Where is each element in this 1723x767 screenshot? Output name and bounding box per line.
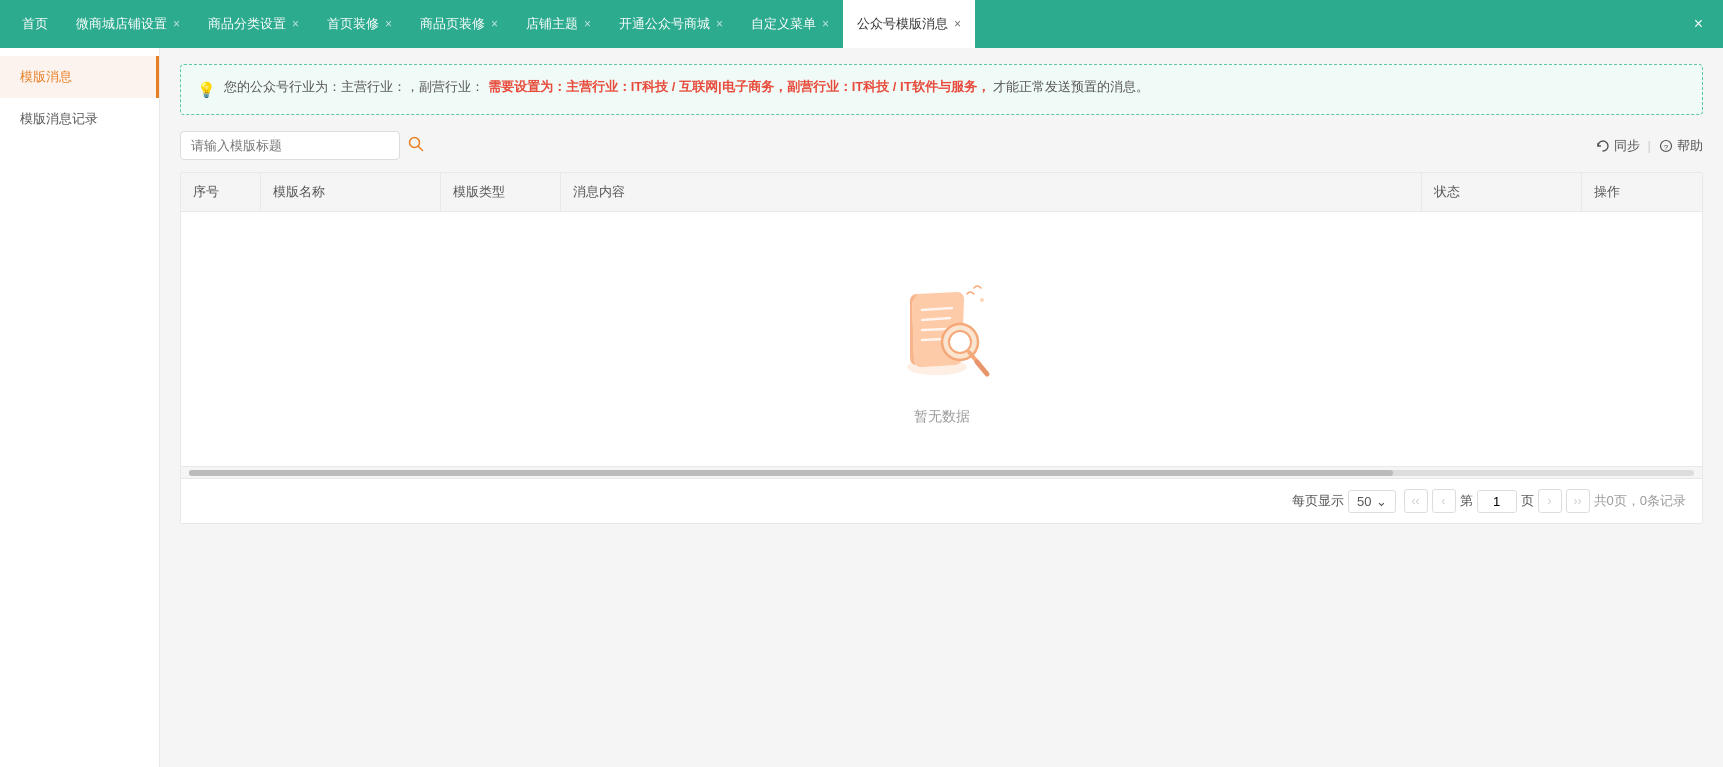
search-bar: 同步 | ? 帮助 — [180, 131, 1703, 160]
page-suffix: 页 — [1521, 492, 1534, 510]
sync-icon — [1596, 139, 1610, 153]
search-input[interactable] — [180, 131, 400, 160]
col-template-name: 模版名称 — [261, 173, 441, 211]
nav-label-category: 商品分类设置 — [208, 15, 286, 33]
sidebar-item-template-msg-record[interactable]: 模版消息记录 — [0, 98, 159, 140]
per-page-value: 50 — [1357, 494, 1371, 509]
close-icon[interactable]: × — [385, 17, 392, 31]
scroll-thumb[interactable] — [189, 470, 1393, 476]
total-info: 共0页，0条记录 — [1594, 492, 1686, 510]
close-icon[interactable]: × — [822, 17, 829, 31]
nav-item-home-decor[interactable]: 首页装修 × — [313, 0, 406, 48]
scroll-track[interactable] — [189, 470, 1694, 476]
close-icon[interactable]: × — [491, 17, 498, 31]
close-all-button[interactable]: × — [1682, 15, 1715, 33]
help-button[interactable]: ? 帮助 — [1659, 137, 1703, 155]
per-page-label: 每页显示 — [1292, 492, 1344, 510]
first-page-button[interactable]: ‹‹ — [1404, 489, 1428, 513]
empty-illustration — [882, 272, 1002, 392]
empty-state: 暂无数据 — [181, 212, 1702, 466]
empty-text: 暂无数据 — [914, 408, 970, 426]
nav-label-open-mall: 开通公众号商城 — [619, 15, 710, 33]
nav-label-home: 首页 — [22, 15, 48, 33]
help-icon: ? — [1659, 139, 1673, 153]
close-icon[interactable]: × — [716, 17, 723, 31]
svg-text:?: ? — [1664, 143, 1669, 152]
svg-line-12 — [977, 362, 987, 374]
nav-item-theme[interactable]: 店铺主题 × — [512, 0, 605, 48]
table-wrapper: 序号 模版名称 模版类型 消息内容 状态 操作 — [180, 172, 1703, 524]
col-status: 状态 — [1422, 173, 1582, 211]
search-icon — [408, 136, 424, 152]
nav-label-shop-settings: 微商城店铺设置 — [76, 15, 167, 33]
sidebar-label-template-msg-record: 模版消息记录 — [20, 111, 98, 126]
col-content: 消息内容 — [561, 173, 1422, 211]
nav-item-open-mall[interactable]: 开通公众号商城 × — [605, 0, 737, 48]
svg-line-8 — [922, 339, 944, 340]
search-button[interactable] — [408, 136, 424, 156]
svg-point-10 — [949, 331, 971, 353]
nav-item-home[interactable]: 首页 — [8, 0, 62, 48]
scrollbar-area[interactable] — [181, 466, 1702, 478]
close-icon[interactable]: × — [954, 17, 961, 31]
chevron-down-icon: ⌄ — [1376, 494, 1387, 509]
nav-item-product-decor[interactable]: 商品页装修 × — [406, 0, 512, 48]
nav-label-template-msg: 公众号模版消息 — [857, 15, 948, 33]
search-right: 同步 | ? 帮助 — [1596, 137, 1703, 155]
alert-suffix: 才能正常发送预置的消息。 — [993, 79, 1149, 94]
sync-label: 同步 — [1614, 137, 1640, 155]
prev-page-button[interactable]: ‹ — [1432, 489, 1456, 513]
col-template-type: 模版类型 — [441, 173, 561, 211]
divider: | — [1648, 138, 1651, 153]
sidebar-item-template-msg[interactable]: 模版消息 — [0, 56, 159, 98]
page-nav: ‹‹ ‹ 第 页 › ›› 共0页，0条记录 — [1404, 489, 1686, 513]
col-index: 序号 — [181, 173, 261, 211]
help-label: 帮助 — [1677, 137, 1703, 155]
next-page-button[interactable]: › — [1538, 489, 1562, 513]
nav-item-template-msg[interactable]: 公众号模版消息 × — [843, 0, 975, 48]
close-icon[interactable]: × — [292, 17, 299, 31]
svg-line-1 — [419, 146, 423, 150]
nav-item-custom-menu[interactable]: 自定义菜单 × — [737, 0, 843, 48]
alert-highlight: 需要设置为：主营行业：IT科技 / 互联网|电子商务，副营行业：IT科技 / I… — [488, 79, 990, 94]
alert-text: 您的公众号行业为：主营行业：，副营行业： 需要设置为：主营行业：IT科技 / 互… — [224, 77, 1149, 98]
search-left — [180, 131, 424, 160]
close-icon[interactable]: × — [173, 17, 180, 31]
svg-point-13 — [980, 298, 984, 302]
nav-label-home-decor: 首页装修 — [327, 15, 379, 33]
alert-icon: 💡 — [197, 78, 216, 102]
nav-item-shop-settings[interactable]: 微商城店铺设置 × — [62, 0, 194, 48]
table-header: 序号 模版名称 模版类型 消息内容 状态 操作 — [181, 173, 1702, 212]
per-page-select: 每页显示 50 ⌄ — [1292, 490, 1395, 513]
nav-label-theme: 店铺主题 — [526, 15, 578, 33]
top-nav: 首页 微商城店铺设置 × 商品分类设置 × 首页装修 × 商品页装修 × 店铺主… — [0, 0, 1723, 48]
last-page-button[interactable]: ›› — [1566, 489, 1590, 513]
page-label: 第 — [1460, 492, 1473, 510]
nav-label-custom-menu: 自定义菜单 — [751, 15, 816, 33]
nav-item-category[interactable]: 商品分类设置 × — [194, 0, 313, 48]
alert-box: 💡 您的公众号行业为：主营行业：，副营行业： 需要设置为：主营行业：IT科技 /… — [180, 64, 1703, 115]
nav-label-product-decor: 商品页装修 — [420, 15, 485, 33]
svg-line-7 — [922, 329, 947, 330]
sync-button[interactable]: 同步 — [1596, 137, 1640, 155]
sidebar: 模版消息 模版消息记录 — [0, 48, 160, 767]
pagination: 每页显示 50 ⌄ ‹‹ ‹ 第 页 › ›› 共0页，0条记录 — [181, 478, 1702, 523]
content-area: 💡 您的公众号行业为：主营行业：，副营行业： 需要设置为：主营行业：IT科技 /… — [160, 48, 1723, 767]
alert-prefix: 您的公众号行业为：主营行业：，副营行业： — [224, 79, 484, 94]
close-icon[interactable]: × — [584, 17, 591, 31]
sidebar-label-template-msg: 模版消息 — [20, 69, 72, 84]
page-input[interactable] — [1477, 490, 1517, 513]
main-layout: 模版消息 模版消息记录 💡 您的公众号行业为：主营行业：，副营行业： 需要设置为… — [0, 48, 1723, 767]
per-page-dropdown[interactable]: 50 ⌄ — [1348, 490, 1395, 513]
col-action: 操作 — [1582, 173, 1702, 211]
